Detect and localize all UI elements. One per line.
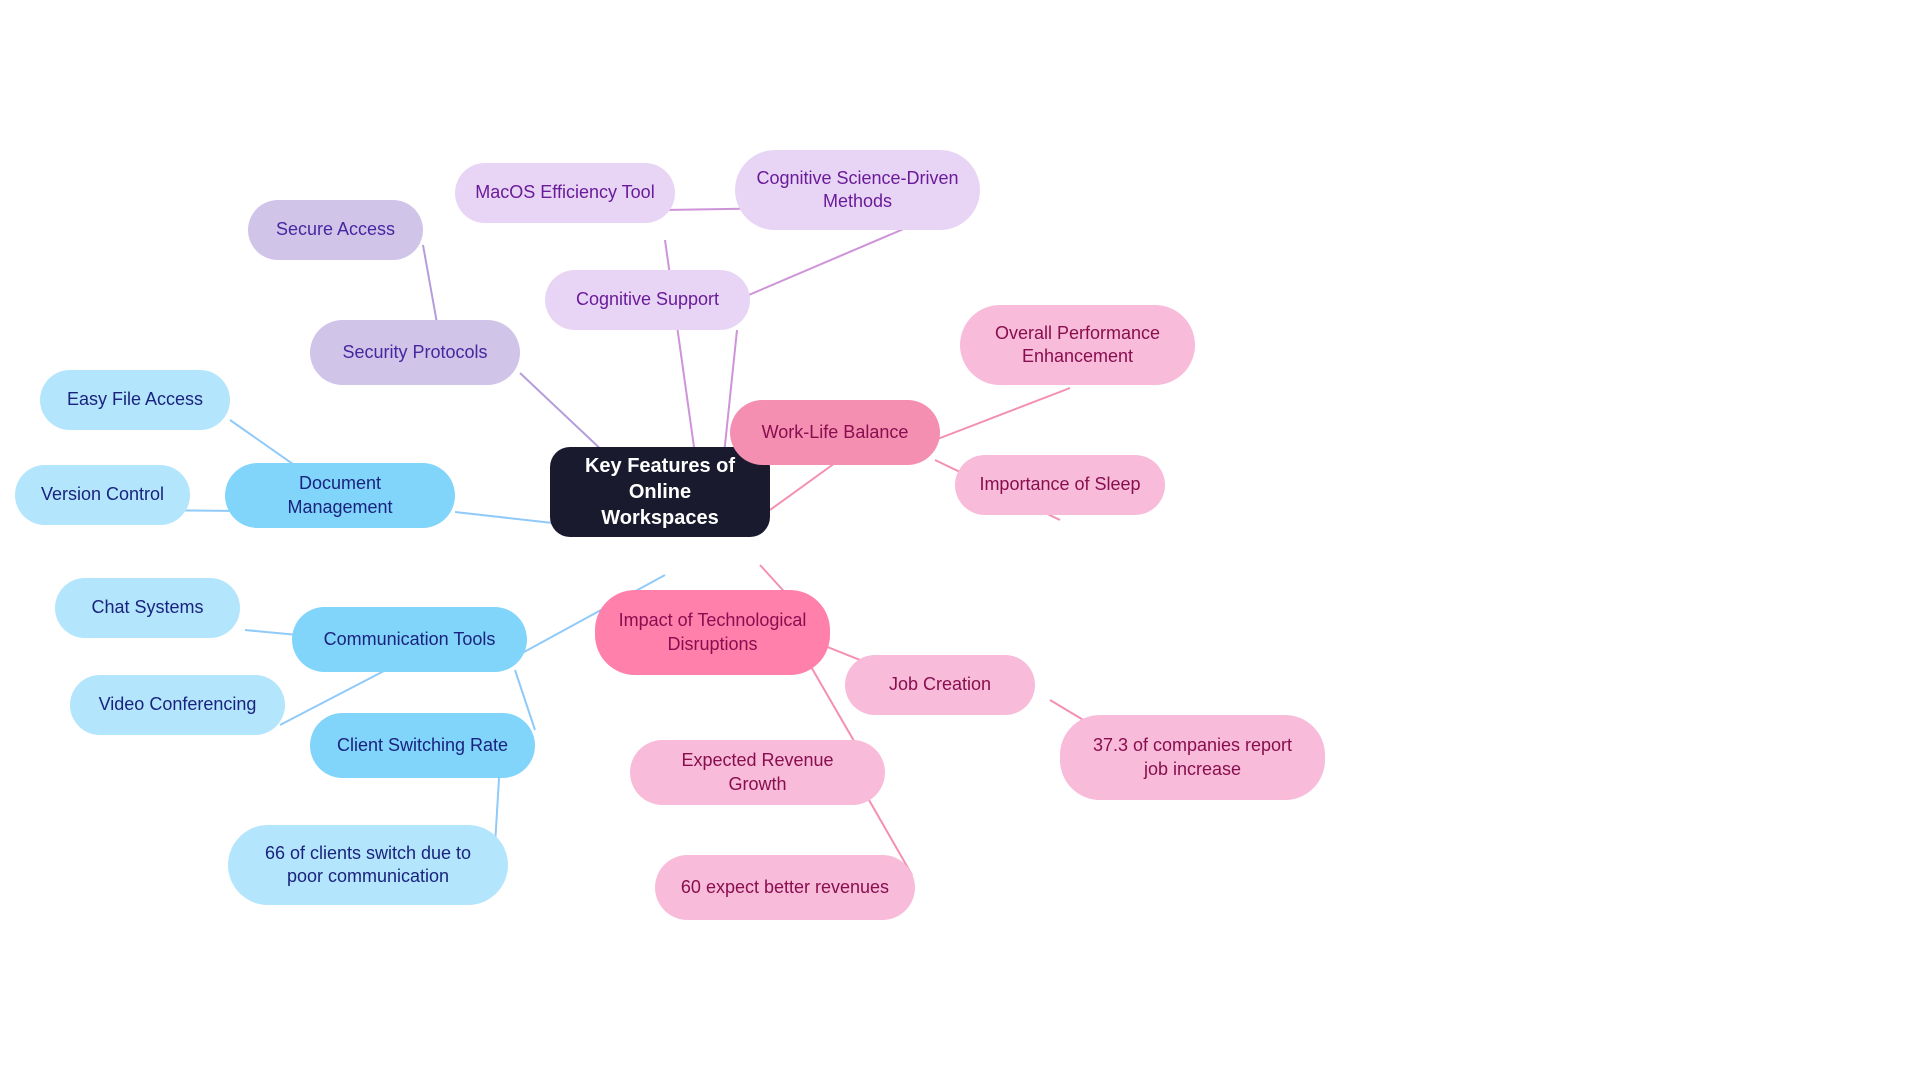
job-creation-label: Job Creation <box>889 673 991 696</box>
importance-of-sleep-node: Importance of Sleep <box>955 455 1165 515</box>
version-control-label: Version Control <box>41 483 164 506</box>
center-label: Key Features of Online Workspaces <box>570 453 750 531</box>
importance-of-sleep-label: Importance of Sleep <box>979 473 1140 496</box>
version-control-node: Version Control <box>15 465 190 525</box>
client-switching-rate-label: Client Switching Rate <box>337 734 508 757</box>
client-switching-rate-node: Client Switching Rate <box>310 713 535 778</box>
video-conferencing-label: Video Conferencing <box>99 693 257 716</box>
video-conferencing-node: Video Conferencing <box>70 675 285 735</box>
chat-systems-label: Chat Systems <box>91 596 203 619</box>
macos-tool-label: MacOS Efficiency Tool <box>475 181 654 204</box>
cognitive-science-node: Cognitive Science-Driven Methods <box>735 150 980 230</box>
overall-performance-label: Overall Performance Enhancement <box>980 322 1175 369</box>
security-protocols-node: Security Protocols <box>310 320 520 385</box>
work-life-balance-label: Work-Life Balance <box>762 421 909 444</box>
secure-access-node: Secure Access <box>248 200 423 260</box>
communication-tools-label: Communication Tools <box>324 628 496 651</box>
security-protocols-label: Security Protocols <box>342 341 487 364</box>
clients-switch-node: 66 of clients switch due to poor communi… <box>228 825 508 905</box>
cognitive-science-label: Cognitive Science-Driven Methods <box>755 167 960 214</box>
clients-switch-label: 66 of clients switch due to poor communi… <box>248 842 488 889</box>
impact-tech-label: Impact of Technological Disruptions <box>615 609 810 656</box>
chat-systems-node: Chat Systems <box>55 578 240 638</box>
document-management-node: Document Management <box>225 463 455 528</box>
companies-report-node: 37.3 of companies report job increase <box>1060 715 1325 800</box>
expect-better-label: 60 expect better revenues <box>681 876 889 899</box>
communication-tools-node: Communication Tools <box>292 607 527 672</box>
center-node: Key Features of Online Workspaces <box>550 447 770 537</box>
expected-revenue-node: Expected Revenue Growth <box>630 740 885 805</box>
impact-tech-node: Impact of Technological Disruptions <box>595 590 830 675</box>
job-creation-node: Job Creation <box>845 655 1035 715</box>
document-management-label: Document Management <box>245 472 435 519</box>
easy-file-access-node: Easy File Access <box>40 370 230 430</box>
companies-report-label: 37.3 of companies report job increase <box>1080 734 1305 781</box>
work-life-balance-node: Work-Life Balance <box>730 400 940 465</box>
secure-access-label: Secure Access <box>276 218 395 241</box>
expected-revenue-label: Expected Revenue Growth <box>650 749 865 796</box>
cognitive-support-label: Cognitive Support <box>576 288 719 311</box>
overall-performance-node: Overall Performance Enhancement <box>960 305 1195 385</box>
easy-file-access-label: Easy File Access <box>67 388 203 411</box>
macos-tool-node: MacOS Efficiency Tool <box>455 163 675 223</box>
expect-better-node: 60 expect better revenues <box>655 855 915 920</box>
cognitive-support-node: Cognitive Support <box>545 270 750 330</box>
